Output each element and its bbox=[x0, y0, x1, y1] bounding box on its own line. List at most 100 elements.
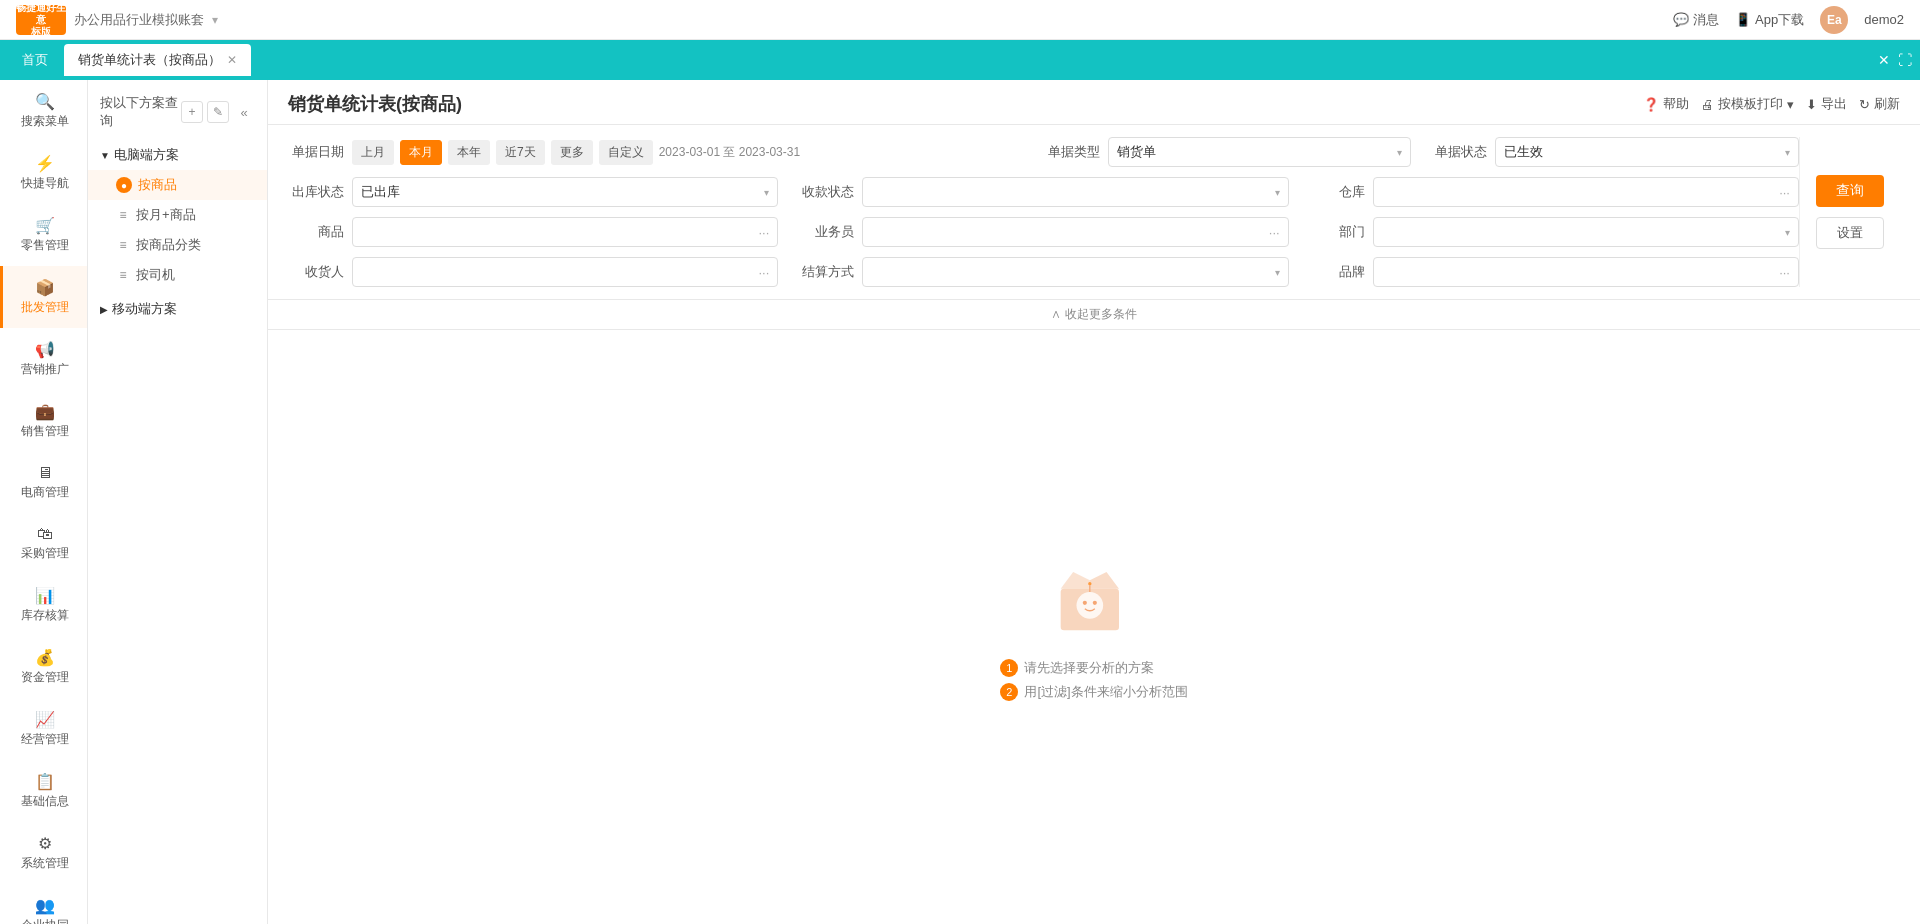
sidebar-item-inventory[interactable]: 📊 库存核算 bbox=[0, 574, 87, 636]
mobile-icon: 📱 bbox=[1735, 12, 1751, 27]
filter-warehouse: 仓库 ··· bbox=[1309, 177, 1799, 207]
tab-stats[interactable]: 销货单统计表（按商品） ✕ bbox=[64, 44, 251, 76]
sidebar-item-collab[interactable]: 👥 企业协同 bbox=[0, 884, 87, 924]
sidebar-item-quicknav[interactable]: ⚡ 快捷导航 bbox=[0, 142, 87, 204]
scheme-icon-list2: ≡ bbox=[116, 238, 130, 252]
filter-receipt-status: 收款状态 ▾ bbox=[798, 177, 1288, 207]
message-button[interactable]: 💬 消息 bbox=[1673, 11, 1719, 29]
export-button[interactable]: ⬇ 导出 bbox=[1806, 95, 1847, 113]
close-window-icon[interactable]: ✕ bbox=[1878, 52, 1890, 68]
svg-point-5 bbox=[1088, 582, 1091, 585]
sidebar: 🔍 搜索菜单 ⚡ 快捷导航 🛒 零售管理 📦 批发管理 📢 营销推广 💼 销售管… bbox=[0, 80, 88, 924]
receipt-status-select[interactable]: ▾ bbox=[862, 177, 1288, 207]
stock-status-select[interactable]: 已出库 ▾ bbox=[352, 177, 778, 207]
warehouse-dots-icon[interactable]: ··· bbox=[1779, 185, 1790, 200]
maximize-icon[interactable]: ⛶ bbox=[1898, 52, 1912, 68]
scheme-item-by-driver[interactable]: ≡ 按司机 bbox=[88, 260, 267, 290]
filter-dept: 部门 ▾ bbox=[1309, 217, 1799, 247]
receipt-status-label: 收款状态 bbox=[798, 183, 854, 201]
collab-icon: 👥 bbox=[3, 896, 87, 915]
scheme-edit-button[interactable]: ✎ bbox=[207, 101, 229, 123]
filter-doc-type: 单据类型 销货单 ▾ bbox=[1044, 137, 1412, 167]
filter-brand: 品牌 ··· bbox=[1309, 257, 1799, 287]
scheme-item-by-category[interactable]: ≡ 按商品分类 bbox=[88, 230, 267, 260]
top-bar-left: 畅捷通好生意 标版 办公用品行业模拟账套 ▾ bbox=[16, 5, 218, 35]
doc-status-chevron-icon: ▾ bbox=[1785, 147, 1790, 158]
help-icon: ❓ bbox=[1643, 97, 1659, 112]
page-title: 销货单统计表(按商品) bbox=[288, 92, 462, 116]
date-filter: 上月 本月 本年 近7天 更多 自定义 2023-03-01 至 2023-03… bbox=[352, 140, 1024, 165]
filter-goods: 商品 ··· bbox=[288, 217, 778, 247]
sidebar-item-finance[interactable]: 💰 资金管理 bbox=[0, 636, 87, 698]
print-icon: 🖨 bbox=[1701, 97, 1714, 112]
clerk-dots-icon[interactable]: ··· bbox=[1269, 225, 1280, 240]
filter-row-2: 出库状态 已出库 ▾ 收款状态 bbox=[288, 177, 1799, 207]
main-layout: 🔍 搜索菜单 ⚡ 快捷导航 🛒 零售管理 📦 批发管理 📢 营销推广 💼 销售管… bbox=[0, 80, 1920, 924]
ecommerce-icon: 🖥 bbox=[3, 464, 87, 482]
date-btn-7days[interactable]: 近7天 bbox=[496, 140, 545, 165]
date-btn-custom[interactable]: 自定义 bbox=[599, 140, 653, 165]
payment-select[interactable]: ▾ bbox=[862, 257, 1288, 287]
goods-select[interactable]: ··· bbox=[352, 217, 778, 247]
scheme-add-button[interactable]: + bbox=[181, 101, 203, 123]
filter-receiver: 收货人 ··· bbox=[288, 257, 778, 287]
filter-row-3: 商品 ··· 业务员 ··· bbox=[288, 217, 1799, 247]
filter-main: 单据日期 上月 本月 本年 近7天 更多 自定义 2023-03-01 至 20… bbox=[288, 137, 1799, 287]
sidebar-item-system[interactable]: ⚙ 系统管理 bbox=[0, 822, 87, 884]
avatar[interactable]: Ea bbox=[1820, 6, 1848, 34]
sidebar-item-wholesale[interactable]: 📦 批发管理 bbox=[0, 266, 87, 328]
receiver-select[interactable]: ··· bbox=[352, 257, 778, 287]
receiver-label: 收货人 bbox=[288, 263, 344, 281]
date-btn-last-month[interactable]: 上月 bbox=[352, 140, 394, 165]
inventory-icon: 📊 bbox=[3, 586, 87, 605]
query-button[interactable]: 查询 bbox=[1816, 175, 1884, 207]
tab-close-icon[interactable]: ✕ bbox=[227, 53, 237, 67]
tab-home[interactable]: 首页 bbox=[8, 44, 62, 76]
date-label: 单据日期 bbox=[288, 143, 344, 161]
tab-bar-right: ✕ ⛶ bbox=[1878, 52, 1912, 68]
scheme-group-desktop-header[interactable]: ▼ 电脑端方案 bbox=[88, 140, 267, 170]
payment-chevron-icon: ▾ bbox=[1275, 267, 1280, 278]
brand-select[interactable]: ··· bbox=[1373, 257, 1799, 287]
refresh-button[interactable]: ↻ 刷新 bbox=[1859, 95, 1900, 113]
scheme-group-mobile-header[interactable]: ▶ 移动端方案 bbox=[88, 294, 267, 324]
filter-date: 单据日期 上月 本月 本年 近7天 更多 自定义 2023-03-01 至 20… bbox=[288, 140, 1024, 165]
tab-bar: 首页 销货单统计表（按商品） ✕ ✕ ⛶ bbox=[0, 40, 1920, 80]
sidebar-item-search[interactable]: 🔍 搜索菜单 bbox=[0, 80, 87, 142]
content-area: 按以下方案查询 + ✎ « ▼ 电脑端方案 ● 按商品 ≡ 按月 bbox=[88, 80, 1920, 924]
sidebar-item-ecommerce[interactable]: 🖥 电商管理 bbox=[0, 452, 87, 513]
sidebar-item-marketing[interactable]: 📢 营销推广 bbox=[0, 328, 87, 390]
brand-dots-icon[interactable]: ··· bbox=[1779, 265, 1790, 280]
scheme-item-by-month-goods[interactable]: ≡ 按月+商品 bbox=[88, 200, 267, 230]
dept-select[interactable]: ▾ bbox=[1373, 217, 1799, 247]
scheme-collapse-button[interactable]: « bbox=[233, 101, 255, 123]
sidebar-item-operations[interactable]: 📈 经营管理 bbox=[0, 698, 87, 760]
settings-button[interactable]: 设置 bbox=[1816, 217, 1884, 249]
help-button[interactable]: ❓ 帮助 bbox=[1643, 95, 1689, 113]
clerk-select[interactable]: ··· bbox=[862, 217, 1288, 247]
scheme-active-dot: ● bbox=[116, 177, 132, 193]
scheme-panel-header: 按以下方案查询 + ✎ « bbox=[88, 88, 267, 136]
print-button[interactable]: 🖨 按模板打印 ▾ bbox=[1701, 95, 1794, 113]
date-btn-this-month[interactable]: 本月 bbox=[400, 140, 442, 165]
print-chevron-icon: ▾ bbox=[1787, 97, 1794, 112]
company-chevron-icon[interactable]: ▾ bbox=[212, 13, 218, 27]
receiver-dots-icon[interactable]: ··· bbox=[758, 265, 769, 280]
sidebar-item-retail[interactable]: 🛒 零售管理 bbox=[0, 204, 87, 266]
scheme-icon-list3: ≡ bbox=[116, 268, 130, 282]
date-btn-more[interactable]: 更多 bbox=[551, 140, 593, 165]
sidebar-item-purchase[interactable]: 🛍 采购管理 bbox=[0, 513, 87, 574]
collapse-bar[interactable]: ∧ 收起更多条件 bbox=[268, 300, 1920, 330]
app-logo[interactable]: 畅捷通好生意 标版 bbox=[16, 5, 66, 35]
doc-type-select[interactable]: 销货单 ▾ bbox=[1108, 137, 1412, 167]
username-label[interactable]: demo2 bbox=[1864, 12, 1904, 27]
sidebar-item-sales[interactable]: 💼 销售管理 bbox=[0, 390, 87, 452]
app-download-button[interactable]: 📱 App下载 bbox=[1735, 11, 1804, 29]
warehouse-select[interactable]: ··· bbox=[1373, 177, 1799, 207]
doc-status-select[interactable]: 已生效 ▾ bbox=[1495, 137, 1799, 167]
sidebar-item-basics[interactable]: 📋 基础信息 bbox=[0, 760, 87, 822]
date-btn-this-year[interactable]: 本年 bbox=[448, 140, 490, 165]
scheme-item-by-goods[interactable]: ● 按商品 bbox=[88, 170, 267, 200]
scheme-group-desktop: ▼ 电脑端方案 ● 按商品 ≡ 按月+商品 ≡ 按商品分类 ≡ 按司机 bbox=[88, 140, 267, 290]
goods-dots-icon[interactable]: ··· bbox=[758, 225, 769, 240]
